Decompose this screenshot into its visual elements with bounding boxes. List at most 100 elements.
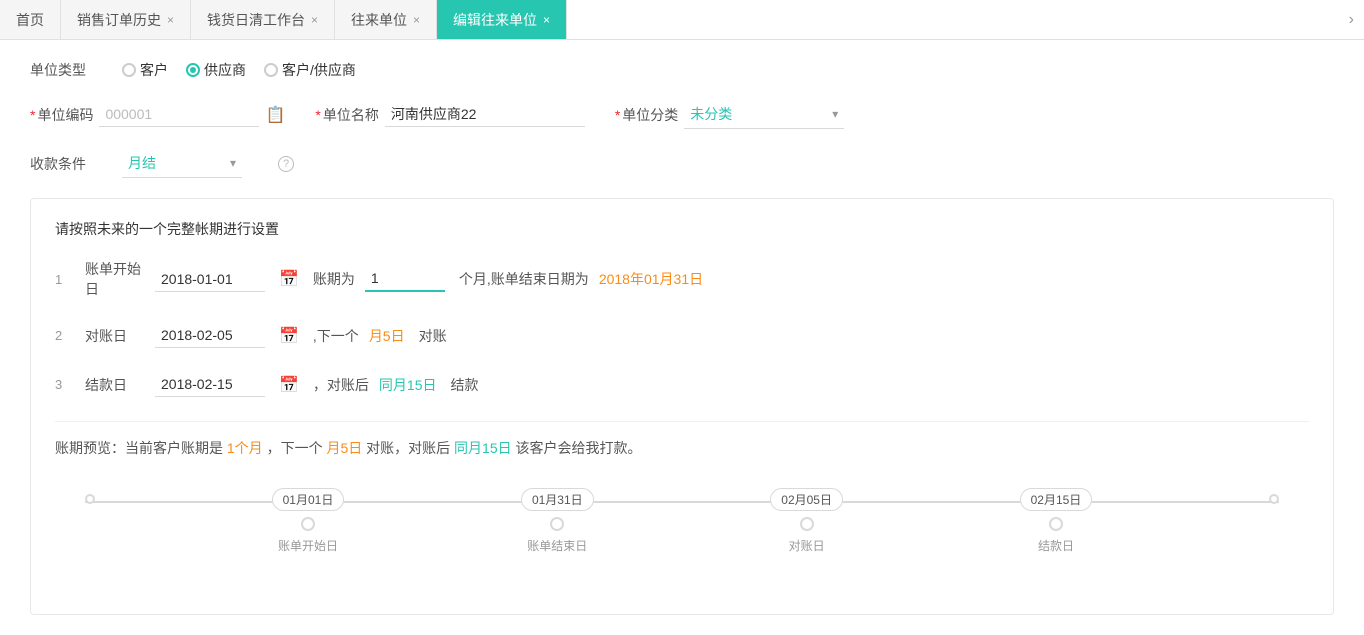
unit-name-group: * 单位名称 [315, 102, 584, 127]
timeline-circle-0101 [301, 517, 315, 531]
tab-edit-partner-label: 编辑往来单位 [453, 10, 537, 30]
row-1-period-label-before: 账期为 [313, 269, 355, 289]
tab-cash-workbench[interactable]: 钱货日清工作台 × [191, 0, 335, 39]
radio-both[interactable]: 客户/供应商 [264, 60, 356, 80]
radio-customer[interactable]: 客户 [122, 60, 168, 80]
unit-category-label: 单位分类 [622, 105, 678, 125]
timeline-points: 01月01日 账单开始日 01月31日 账单结束日 02月05日 [85, 488, 1279, 554]
unit-category-value: 未分类 [690, 104, 832, 124]
unit-code-group: * 单位编码 📋 [30, 102, 285, 127]
tabs-bar: 首页 销售订单历史 × 钱货日清工作台 × 往来单位 × 编辑往来单位 × › [0, 0, 1364, 40]
timeline-end-point [1269, 494, 1279, 504]
timeline-container: 01月01日 账单开始日 01月31日 账单结束日 02月05日 [55, 488, 1309, 594]
timeline-point-0101: 01月01日 账单开始日 [272, 488, 345, 554]
radio-both-label: 客户/供应商 [282, 60, 356, 80]
timeline-circle-0131 [550, 517, 564, 531]
tab-sales-history-close[interactable]: × [167, 13, 174, 27]
tab-partner-label: 往来单位 [351, 10, 407, 30]
timeline-circle-0205 [800, 517, 814, 531]
main-content: 单位类型 客户 供应商 客户/供应商 * 单位编码 📋 * 单位名称 [0, 40, 1364, 635]
tab-edit-partner[interactable]: 编辑往来单位 × [437, 0, 567, 39]
tab-home[interactable]: 首页 [0, 0, 61, 39]
row-3-calendar-icon[interactable]: 📅 [279, 375, 299, 395]
timeline-badge-0131: 01月31日 [521, 488, 594, 511]
payment-condition-arrow-icon: ▾ [230, 156, 236, 170]
tab-partner[interactable]: 往来单位 × [335, 0, 437, 39]
preview-text: 账期预览：当前客户账期是 1个月 ，下一个 月5日 对账，对账后 同月15日 该… [55, 438, 1309, 458]
setting-row-3: 3 结款日 📅 ，对账后 同月15日 结款 [55, 372, 1309, 397]
timeline-circle-0215 [1049, 517, 1063, 531]
unit-type-radio-group: 客户 供应商 客户/供应商 [122, 60, 356, 80]
tab-cash-workbench-label: 钱货日清工作台 [207, 10, 305, 30]
unit-name-star: * [315, 107, 320, 123]
unit-category-group: * 单位分类 未分类 ▾ [615, 100, 844, 129]
timeline-label-0215: 结款日 [1038, 537, 1074, 554]
unit-info-row: * 单位编码 📋 * 单位名称 * 单位分类 未分类 ▾ [30, 100, 1334, 129]
unit-code-copy-icon[interactable]: 📋 [265, 105, 285, 125]
payment-condition-value: 月结 [128, 153, 230, 173]
preview-part2: ，下一个 [267, 440, 323, 456]
row-1-num: 1 [55, 272, 75, 287]
radio-customer-label: 客户 [140, 60, 168, 80]
payment-condition-label: 收款条件 [30, 154, 86, 174]
row-2-num: 2 [55, 328, 75, 343]
tab-cash-workbench-close[interactable]: × [311, 13, 318, 27]
timeline-end-circle [1269, 494, 1279, 504]
preview-part3: 月5日 [326, 440, 362, 456]
timeline-start-point [85, 494, 95, 504]
tab-sales-history[interactable]: 销售订单历史 × [61, 0, 191, 39]
tab-home-label: 首页 [16, 10, 44, 30]
tab-edit-partner-close[interactable]: × [543, 13, 550, 27]
unit-code-input[interactable] [99, 102, 259, 127]
radio-supplier[interactable]: 供应商 [186, 60, 246, 80]
preview-section: 账期预览：当前客户账期是 1个月 ，下一个 月5日 对账，对账后 同月15日 该… [55, 421, 1309, 594]
timeline-badge-0101: 01月01日 [272, 488, 345, 511]
preview-part4: 对账，对账后 [366, 440, 450, 456]
row-2-date-input[interactable] [155, 323, 265, 348]
unit-category-arrow-icon: ▾ [832, 107, 838, 121]
row-3-desc-after: 结款 [451, 375, 479, 395]
row-3-date-input[interactable] [155, 372, 265, 397]
row-1-calendar-icon[interactable]: 📅 [279, 269, 299, 289]
preview-part6: 该客户会给我打款。 [516, 440, 642, 456]
row-2-desc-before: ,下一个 [313, 326, 359, 346]
row-3-desc-before: ，对账后 [313, 375, 369, 395]
timeline-label-0131: 账单结束日 [527, 537, 587, 554]
unit-code-star: * [30, 107, 35, 123]
row-1-period-label-after: 个月,账单结束日期为 [459, 269, 589, 289]
setting-row-2: 2 对账日 📅 ,下一个 月5日 对账 [55, 323, 1309, 348]
tab-sales-history-label: 销售订单历史 [77, 10, 161, 30]
unit-name-input[interactable] [385, 102, 585, 127]
row-2-desc-highlight: 月5日 [369, 326, 405, 346]
tab-partner-close[interactable]: × [413, 13, 420, 27]
row-3-type: 结款日 [85, 375, 145, 395]
radio-supplier-circle [186, 63, 200, 77]
tab-scroll-arrow[interactable]: › [1339, 11, 1364, 29]
timeline-point-0215: 02月15日 结款日 [1020, 488, 1093, 554]
row-1-period-input[interactable] [365, 266, 445, 292]
row-1-date-input[interactable] [155, 267, 265, 292]
unit-name-label: 单位名称 [323, 105, 379, 125]
panel-title: 请按照未来的一个完整帐期进行设置 [55, 219, 1309, 239]
preview-part1: 1个月 [227, 440, 263, 456]
row-2-calendar-icon[interactable]: 📅 [279, 326, 299, 346]
unit-category-star: * [615, 107, 620, 123]
timeline-label-0101: 账单开始日 [278, 537, 338, 554]
row-2-desc-after: 对账 [419, 326, 447, 346]
unit-category-select[interactable]: 未分类 ▾ [684, 100, 844, 129]
timeline-start-circle [85, 494, 95, 504]
unit-code-label: 单位编码 [37, 105, 93, 125]
timeline-badge-0215: 02月15日 [1020, 488, 1093, 511]
setting-row-1: 1 账单开始日 📅 账期为 个月,账单结束日期为 2018年01月31日 [55, 259, 1309, 299]
unit-type-label: 单位类型 [30, 60, 86, 80]
preview-label: 账期预览：当前客户账期是 [55, 440, 223, 456]
payment-condition-select[interactable]: 月结 ▾ [122, 149, 242, 178]
payment-condition-row: 收款条件 月结 ▾ ? [30, 149, 1334, 178]
row-2-type: 对账日 [85, 326, 145, 346]
timeline-badge-0205: 02月05日 [770, 488, 843, 511]
radio-supplier-label: 供应商 [204, 60, 246, 80]
timeline-point-0205: 02月05日 对账日 [770, 488, 843, 554]
payment-condition-help-icon[interactable]: ? [278, 156, 294, 172]
preview-part5: 同月15日 [454, 440, 512, 456]
radio-customer-circle [122, 63, 136, 77]
